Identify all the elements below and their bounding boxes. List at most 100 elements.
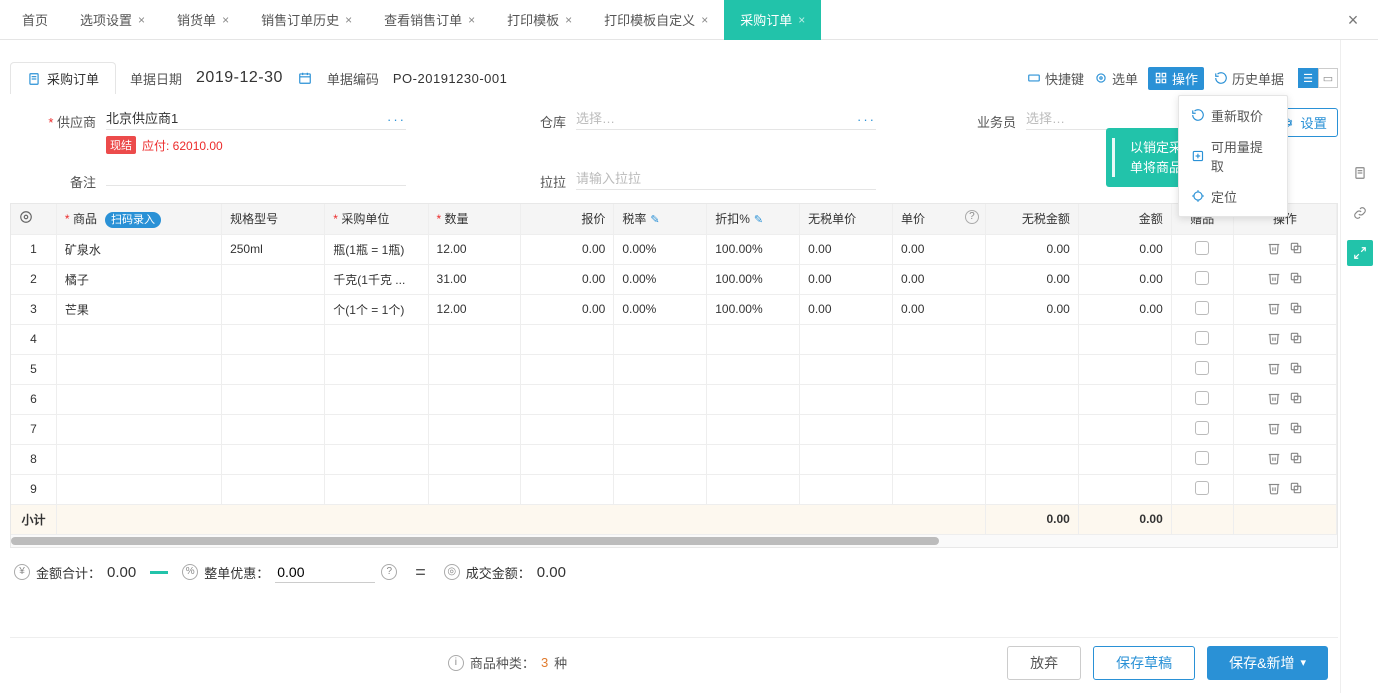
grid-horizontal-scrollbar[interactable]: [11, 535, 1337, 547]
close-all-tabs-button[interactable]: ×: [1338, 0, 1368, 40]
col-price[interactable]: 单价?: [893, 204, 986, 234]
col-untax-amount[interactable]: 无税金额: [985, 204, 1078, 234]
gift-checkbox[interactable]: [1195, 451, 1209, 465]
table-row[interactable]: 5: [11, 354, 1337, 384]
rail-expand-button[interactable]: [1347, 240, 1373, 266]
close-icon[interactable]: ×: [565, 13, 572, 27]
op-reprice[interactable]: 重新取价: [1179, 100, 1287, 131]
gift-checkbox[interactable]: [1195, 331, 1209, 345]
tab-print-tpl[interactable]: 打印模板×: [491, 0, 588, 40]
extract-icon: [1191, 149, 1205, 163]
document-title-tab[interactable]: 采购订单: [10, 62, 116, 94]
col-discount[interactable]: 折扣%✎: [707, 204, 800, 234]
op-locate[interactable]: 定位: [1179, 181, 1287, 212]
tab-home[interactable]: 首页: [6, 0, 64, 40]
tab-view-sales[interactable]: 查看销售订单×: [368, 0, 491, 40]
row-copy-button[interactable]: [1289, 241, 1303, 255]
col-product[interactable]: 商品扫码录入: [56, 204, 221, 234]
col-unit[interactable]: 采购单位: [325, 204, 428, 234]
table-row[interactable]: 9: [11, 474, 1337, 504]
row-delete-button[interactable]: [1267, 331, 1281, 345]
col-config-button[interactable]: [11, 204, 56, 234]
tab-sales-history[interactable]: 销售订单历史×: [245, 0, 368, 40]
op-available-stock[interactable]: 可用量提取: [1179, 131, 1287, 181]
table-row[interactable]: 4: [11, 324, 1337, 354]
rail-note-button[interactable]: [1347, 160, 1373, 186]
row-copy-button[interactable]: [1289, 481, 1303, 495]
remark-input[interactable]: [106, 168, 110, 183]
col-untax-price[interactable]: 无税单价: [800, 204, 893, 234]
row-copy-button[interactable]: [1289, 301, 1303, 315]
table-row[interactable]: 6: [11, 384, 1337, 414]
row-copy-button[interactable]: [1289, 451, 1303, 465]
supplier-value[interactable]: 北京供应商1: [106, 111, 178, 126]
row-delete-button[interactable]: [1267, 421, 1281, 435]
discard-button[interactable]: 放弃: [1007, 646, 1081, 680]
gift-checkbox[interactable]: [1195, 391, 1209, 405]
table-row[interactable]: 8: [11, 444, 1337, 474]
edit-icon[interactable]: ✎: [754, 214, 763, 226]
lala-input[interactable]: 请输入拉拉: [576, 171, 641, 186]
date-value[interactable]: 2019-12-30: [196, 69, 283, 87]
salesman-value[interactable]: 选择…: [1026, 111, 1065, 126]
close-icon[interactable]: ×: [701, 13, 708, 27]
table-row[interactable]: 3芒果个(1个 = 1个)12.000.000.00%100.00%0.000.…: [11, 294, 1337, 324]
scan-entry-chip[interactable]: 扫码录入: [105, 212, 161, 228]
supplier-lookup-button[interactable]: ···: [387, 112, 406, 127]
col-amount[interactable]: 金额: [1078, 204, 1171, 234]
close-icon[interactable]: ×: [345, 13, 352, 27]
row-delete-button[interactable]: [1267, 301, 1281, 315]
row-copy-button[interactable]: [1289, 421, 1303, 435]
row-delete-button[interactable]: [1267, 241, 1281, 255]
form-main-row: 供应商 北京供应商1 ··· 现结 应付: 62010.00 仓库 选择… ··…: [10, 108, 1338, 154]
close-icon[interactable]: ×: [222, 13, 229, 27]
save-and-new-button[interactable]: 保存&新增▾: [1207, 646, 1328, 680]
expand-icon: [1353, 246, 1367, 260]
warehouse-lookup-button[interactable]: ···: [857, 112, 876, 127]
col-tax[interactable]: 税率✎: [614, 204, 707, 234]
row-delete-button[interactable]: [1267, 361, 1281, 375]
gift-checkbox[interactable]: [1195, 361, 1209, 375]
row-delete-button[interactable]: [1267, 481, 1281, 495]
edit-icon[interactable]: ✎: [650, 214, 659, 226]
tab-print-tpl-custom[interactable]: 打印模板自定义×: [588, 0, 724, 40]
operate-button[interactable]: 操作: [1148, 67, 1204, 90]
row-delete-button[interactable]: [1267, 271, 1281, 285]
table-row[interactable]: 2橘子千克(1千克 ...31.000.000.00%100.00%0.000.…: [11, 264, 1337, 294]
history-button[interactable]: 历史单据: [1214, 69, 1284, 88]
gift-checkbox[interactable]: [1195, 481, 1209, 495]
row-copy-button[interactable]: [1289, 391, 1303, 405]
row-copy-button[interactable]: [1289, 361, 1303, 375]
gift-checkbox[interactable]: [1195, 301, 1209, 315]
table-row[interactable]: 1矿泉水250ml瓶(1瓶 = 1瓶)12.000.000.00%100.00%…: [11, 234, 1337, 264]
close-icon[interactable]: ×: [798, 13, 805, 27]
table-row[interactable]: 7: [11, 414, 1337, 444]
help-icon[interactable]: ?: [965, 210, 979, 224]
save-draft-button[interactable]: 保存草稿: [1093, 646, 1195, 680]
view-card-button[interactable]: ▭: [1318, 68, 1338, 88]
col-qty[interactable]: 数量: [428, 204, 521, 234]
choose-order-button[interactable]: 选单: [1094, 69, 1138, 88]
gift-checkbox[interactable]: [1195, 271, 1209, 285]
calendar-icon[interactable]: [297, 70, 313, 86]
close-icon[interactable]: ×: [468, 13, 475, 27]
gift-checkbox[interactable]: [1195, 421, 1209, 435]
tab-purchase-order[interactable]: 采购订单×: [724, 0, 821, 40]
row-copy-button[interactable]: [1289, 271, 1303, 285]
gift-checkbox[interactable]: [1195, 241, 1209, 255]
whole-discount-input[interactable]: [275, 562, 375, 583]
help-icon[interactable]: ?: [381, 564, 397, 580]
row-delete-button[interactable]: [1267, 451, 1281, 465]
view-list-button[interactable]: ☰: [1298, 68, 1318, 88]
row-copy-button[interactable]: [1289, 331, 1303, 345]
tab-options[interactable]: 选项设置×: [64, 0, 161, 40]
close-icon[interactable]: ×: [138, 13, 145, 27]
col-quote[interactable]: 报价: [521, 204, 614, 234]
col-spec[interactable]: 规格型号: [222, 204, 325, 234]
rail-link-button[interactable]: [1347, 200, 1373, 226]
warehouse-value[interactable]: 选择…: [576, 111, 615, 126]
tab-sales[interactable]: 销货单×: [161, 0, 245, 40]
row-delete-button[interactable]: [1267, 391, 1281, 405]
items-grid: 商品扫码录入 规格型号 采购单位 数量 报价 税率✎ 折扣%✎ 无税单价 单价?…: [10, 203, 1338, 548]
shortcuts-button[interactable]: 快捷键: [1027, 69, 1084, 88]
